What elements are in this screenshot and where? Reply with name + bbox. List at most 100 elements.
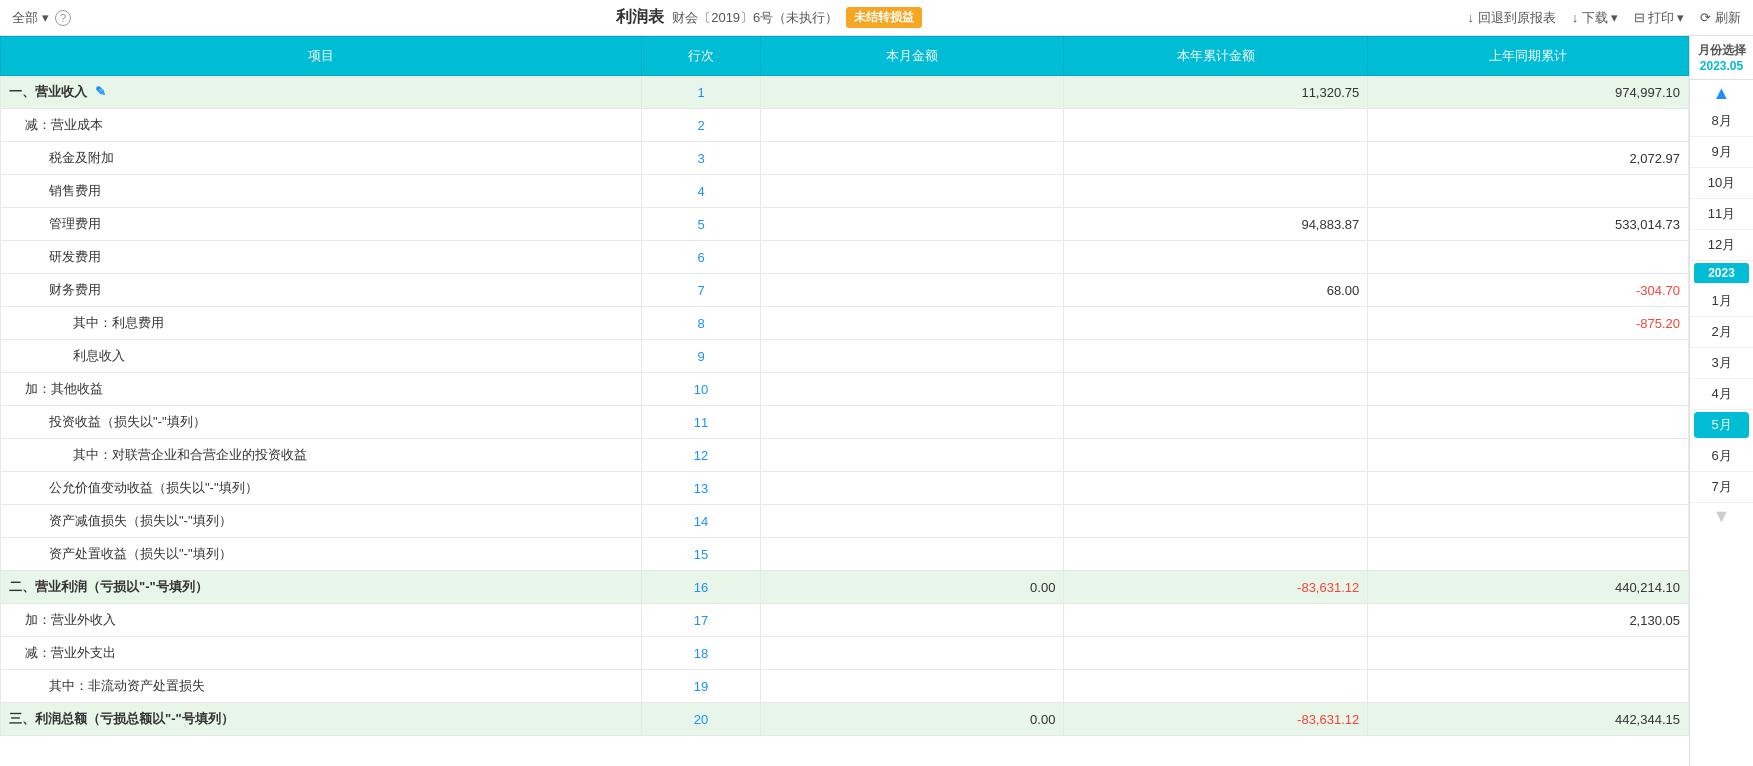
current-month-cell [760,175,1064,208]
status-badge[interactable]: 未结转损益 [846,7,922,28]
download-button[interactable]: ↓ 下载 ▾ [1572,9,1618,27]
item-cell: 利息收入 [1,340,642,373]
prior-year-cell: 2,130.05 [1368,604,1689,637]
prior-year-cell: -304.70 [1368,274,1689,307]
current-month-cell [760,670,1064,703]
month-item[interactable]: 4月 [1690,379,1753,410]
help-icon[interactable]: ? [55,10,71,26]
prior-year-cell [1368,472,1689,505]
row-num-cell: 6 [642,241,760,274]
table-row: 加：营业外收入172,130.05 [1,604,1689,637]
row-num-cell: 1 [642,76,760,109]
top-bar-center: 利润表 财会〔2019〕6号（未执行） 未结转损益 [616,7,922,28]
month-item[interactable]: 11月 [1690,199,1753,230]
current-month-cell [760,604,1064,637]
month-item[interactable]: 2月 [1690,317,1753,348]
ytd-cell: -83,631.12 [1064,703,1368,736]
prior-year-cell [1368,340,1689,373]
row-num-cell: 5 [642,208,760,241]
print-label: ⊟ 打印 [1634,9,1675,27]
row-num-cell: 15 [642,538,760,571]
download-label: ↓ 下载 [1572,9,1608,27]
ytd-cell [1064,109,1368,142]
item-cell: 税金及附加 [1,142,642,175]
table-header-row: 项目 行次 本月金额 本年累计金额 上年同期累计 [1,37,1689,76]
prior-year-cell [1368,406,1689,439]
current-month-cell [760,76,1064,109]
table-row: 管理费用594,883.87533,014.73 [1,208,1689,241]
ytd-cell [1064,670,1368,703]
month-item[interactable]: 8月 [1690,106,1753,137]
item-cell: 资产减值损失（损失以"-"填列） [1,505,642,538]
col-header-ytd: 本年累计金额 [1064,37,1368,76]
current-month-cell [760,637,1064,670]
ytd-cell [1064,637,1368,670]
ytd-cell [1064,340,1368,373]
ytd-cell [1064,538,1368,571]
ytd-cell [1064,472,1368,505]
current-month-cell [760,241,1064,274]
scroll-down-arrow[interactable]: ▼ [1713,507,1731,525]
row-num-cell: 20 [642,703,760,736]
item-cell: 销售费用 [1,175,642,208]
item-cell: 其中：非流动资产处置损失 [1,670,642,703]
month-item[interactable]: 2023 [1694,263,1749,284]
current-month-cell [760,472,1064,505]
chevron-down-icon: ▾ [1677,10,1684,25]
row-num-cell: 4 [642,175,760,208]
all-dropdown[interactable]: 全部 ▾ [12,9,49,27]
col-header-current-month: 本月金额 [760,37,1064,76]
print-button[interactable]: ⊟ 打印 ▾ [1634,9,1685,27]
table-row: 二、营业利润（亏损以"-"号填列）160.00-83,631.12440,214… [1,571,1689,604]
sidebar-months: 月份选择 2023.05 ▲ 8月9月10月11月12月20231月2月3月4月… [1689,36,1753,766]
item-cell: 减：营业成本 [1,109,642,142]
table-row: 税金及附加32,072.97 [1,142,1689,175]
month-item[interactable]: 5月 [1694,412,1749,439]
row-num-cell: 19 [642,670,760,703]
ytd-cell: -83,631.12 [1064,571,1368,604]
prior-year-cell [1368,439,1689,472]
ytd-cell [1064,241,1368,274]
table-body: 一、营业收入 ✎111,320.75974,997.10减：营业成本2税金及附加… [1,76,1689,736]
item-cell: 研发费用 [1,241,642,274]
nav-arrows: ▲ [1690,80,1753,106]
prior-year-cell: -875.20 [1368,307,1689,340]
month-item[interactable]: 9月 [1690,137,1753,168]
table-row: 财务费用768.00-304.70 [1,274,1689,307]
month-item[interactable]: 7月 [1690,472,1753,503]
table-row: 销售费用4 [1,175,1689,208]
col-header-row: 行次 [642,37,760,76]
month-item[interactable]: 12月 [1690,230,1753,261]
refresh-button[interactable]: ⟳ 刷新 [1700,9,1741,27]
row-num-cell: 17 [642,604,760,637]
table-area: 项目 行次 本月金额 本年累计金额 上年同期累计 一、营业收入 ✎111,320… [0,36,1689,766]
month-item[interactable]: 10月 [1690,168,1753,199]
table-row: 资产减值损失（损失以"-"填列）14 [1,505,1689,538]
refresh-label: ⟳ 刷新 [1700,9,1741,27]
table-row: 三、利润总额（亏损总额以"-"号填列）200.00-83,631.12442,3… [1,703,1689,736]
prior-year-cell: 442,344.15 [1368,703,1689,736]
back-label: ↓ 回退到原报表 [1468,9,1556,27]
table-row: 一、营业收入 ✎111,320.75974,997.10 [1,76,1689,109]
edit-icon[interactable]: ✎ [91,84,106,99]
scroll-up-arrow[interactable]: ▲ [1713,84,1731,102]
prior-year-cell [1368,175,1689,208]
nav-arrows-down: ▼ [1690,503,1753,529]
month-item[interactable]: 6月 [1690,441,1753,472]
month-item[interactable]: 3月 [1690,348,1753,379]
row-num-cell: 3 [642,142,760,175]
col-header-prior-year: 上年同期累计 [1368,37,1689,76]
back-button[interactable]: ↓ 回退到原报表 [1468,9,1556,27]
row-num-cell: 9 [642,340,760,373]
prior-year-cell [1368,670,1689,703]
table-row: 公允价值变动收益（损失以"-"填列）13 [1,472,1689,505]
ytd-cell [1064,604,1368,637]
row-num-cell: 7 [642,274,760,307]
table-row: 投资收益（损失以"-"填列）11 [1,406,1689,439]
month-list: 8月9月10月11月12月20231月2月3月4月5月6月7月 [1690,106,1753,503]
item-cell: 投资收益（损失以"-"填列） [1,406,642,439]
prior-year-cell [1368,505,1689,538]
month-item[interactable]: 1月 [1690,286,1753,317]
table-row: 加：其他收益10 [1,373,1689,406]
item-cell: 一、营业收入 ✎ [1,76,642,109]
